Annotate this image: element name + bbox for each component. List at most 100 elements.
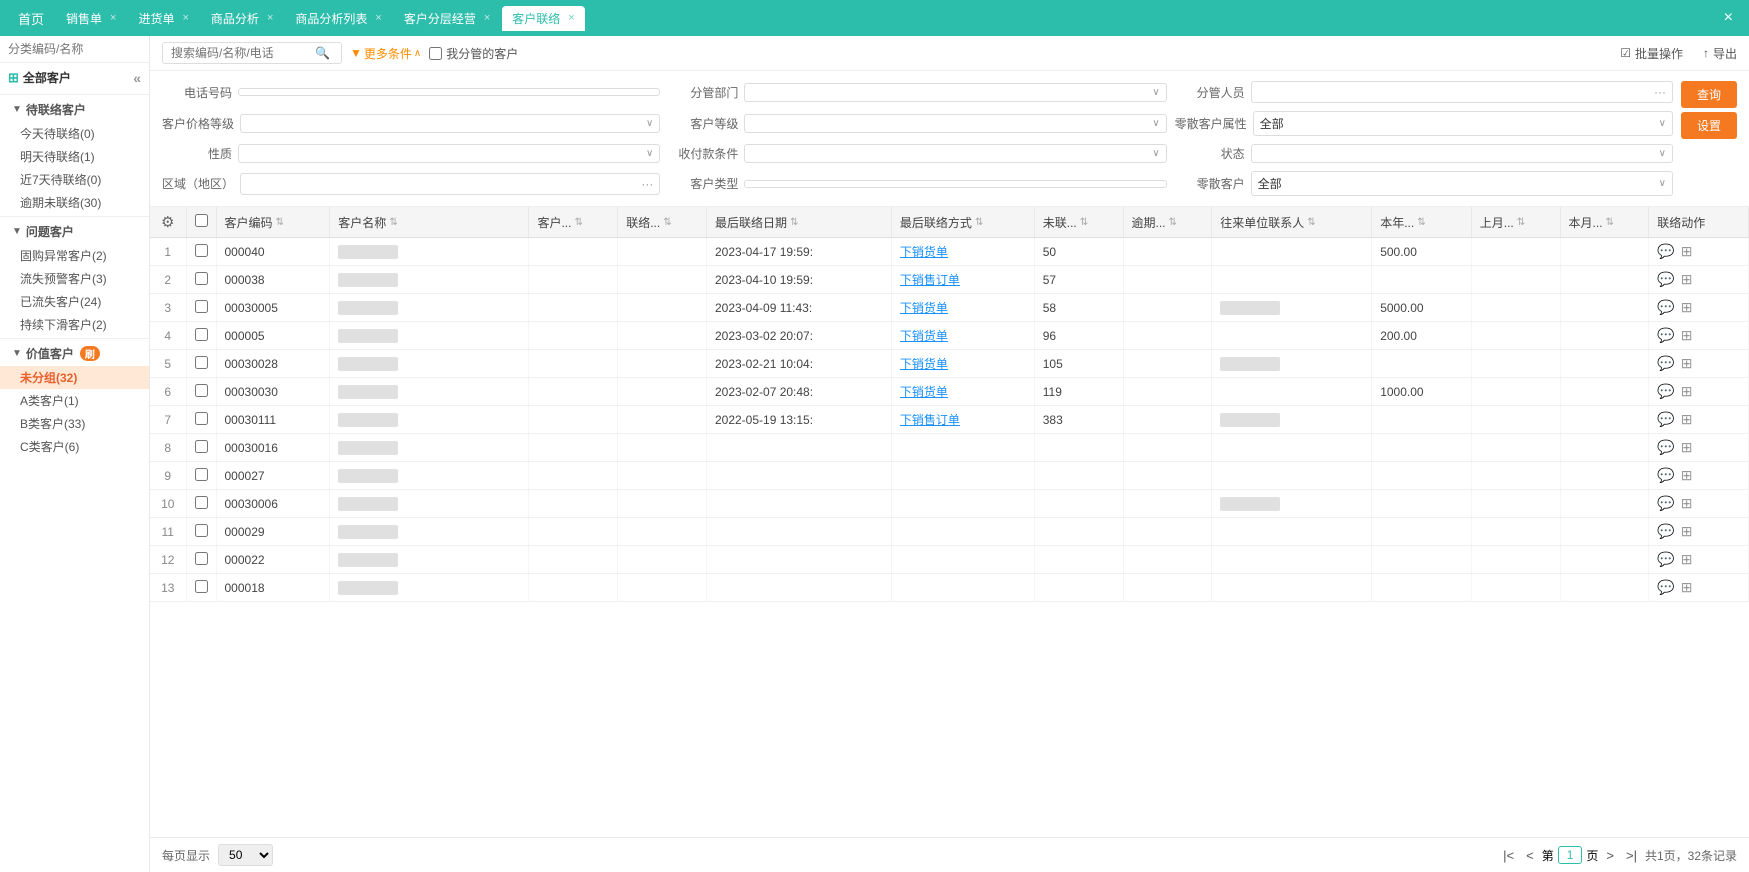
- sidebar-item-abnormal[interactable]: 固购异常客户(2): [0, 244, 149, 267]
- row-checkbox-cell[interactable]: [186, 518, 216, 546]
- menu-icon[interactable]: ⊞: [1681, 523, 1693, 540]
- row-last-method[interactable]: [891, 490, 1034, 518]
- menu-icon[interactable]: ⊞: [1681, 495, 1693, 512]
- row-checkbox[interactable]: [195, 496, 208, 509]
- th-contact[interactable]: 联络...⇅: [618, 207, 707, 238]
- menu-icon[interactable]: ⊞: [1681, 299, 1693, 316]
- sidebar-group-problem-customers[interactable]: ▼ 问题客户: [0, 219, 149, 244]
- chat-icon[interactable]: 💬: [1657, 551, 1674, 568]
- row-checkbox-cell[interactable]: [186, 294, 216, 322]
- main-search-icon[interactable]: 🔍: [315, 46, 330, 60]
- close-all-button[interactable]: ×: [1716, 9, 1741, 27]
- row-checkbox[interactable]: [195, 244, 208, 257]
- row-checkbox-cell[interactable]: [186, 546, 216, 574]
- row-checkbox-cell[interactable]: [186, 378, 216, 406]
- menu-icon[interactable]: ⊞: [1681, 439, 1693, 456]
- chat-icon[interactable]: 💬: [1657, 439, 1674, 456]
- row-last-method[interactable]: 下销货单: [891, 238, 1034, 266]
- prev-page-button[interactable]: <: [1522, 846, 1538, 865]
- nav-tab-product-analysis-list[interactable]: 商品分析列表 ×: [285, 6, 391, 31]
- close-customer-segment-tab[interactable]: ×: [484, 12, 490, 24]
- menu-icon[interactable]: ⊞: [1681, 467, 1693, 484]
- chat-icon[interactable]: 💬: [1657, 495, 1674, 512]
- chat-icon[interactable]: 💬: [1657, 383, 1674, 400]
- th-settings[interactable]: ⚙: [150, 207, 186, 238]
- method-link[interactable]: 下销售订单: [900, 413, 960, 427]
- th-last-contact-date[interactable]: 最后联络日期⇅: [706, 207, 891, 238]
- method-link[interactable]: 下销货单: [900, 385, 948, 399]
- sidebar-item-churn-risk[interactable]: 流失预警客户(3): [0, 267, 149, 290]
- row-checkbox[interactable]: [195, 580, 208, 593]
- th-last-contact-method[interactable]: 最后联络方式⇅: [891, 207, 1034, 238]
- nav-tab-customer-contact[interactable]: 客户联络 ×: [502, 6, 584, 31]
- menu-icon[interactable]: ⊞: [1681, 579, 1693, 596]
- row-last-method[interactable]: 下销货单: [891, 294, 1034, 322]
- reset-button[interactable]: 设置: [1681, 112, 1737, 139]
- th-type[interactable]: 客户...⇅: [529, 207, 618, 238]
- menu-icon[interactable]: ⊞: [1681, 243, 1693, 260]
- sidebar-group-value-customers[interactable]: ▼ 价值客户 刷: [0, 341, 149, 366]
- retail-attr-select[interactable]: 全部 ∨: [1253, 111, 1673, 136]
- last-page-button[interactable]: >|: [1622, 846, 1641, 865]
- status-select[interactable]: ∨: [1251, 144, 1673, 163]
- chat-icon[interactable]: 💬: [1657, 467, 1674, 484]
- row-checkbox[interactable]: [195, 524, 208, 537]
- sidebar-search-input[interactable]: [8, 42, 150, 56]
- method-link[interactable]: 下销货单: [900, 329, 948, 343]
- row-last-method[interactable]: [891, 434, 1034, 462]
- row-last-method[interactable]: [891, 546, 1034, 574]
- payment-select[interactable]: ∨: [744, 144, 1166, 163]
- settings-gear-icon[interactable]: ⚙: [161, 214, 174, 231]
- sidebar-item-today[interactable]: 今天待联络(0): [0, 122, 149, 145]
- method-link[interactable]: 下销货单: [900, 245, 948, 259]
- th-overdue[interactable]: 逾期...⇅: [1123, 207, 1212, 238]
- row-checkbox-cell[interactable]: [186, 434, 216, 462]
- nav-tab-customer-segment[interactable]: 客户分层经营 ×: [394, 6, 500, 31]
- th-checkbox[interactable]: [186, 207, 216, 238]
- sidebar-item-week[interactable]: 近7天待联络(0): [0, 168, 149, 191]
- nav-tab-home[interactable]: 首页: [8, 5, 54, 32]
- menu-icon[interactable]: ⊞: [1681, 271, 1693, 288]
- menu-icon[interactable]: ⊞: [1681, 355, 1693, 372]
- method-link[interactable]: 下销货单: [900, 301, 948, 315]
- first-page-button[interactable]: |<: [1499, 846, 1518, 865]
- sidebar-item-unclassified[interactable]: 未分组(32): [0, 366, 149, 389]
- row-checkbox[interactable]: [195, 440, 208, 453]
- row-checkbox[interactable]: [195, 384, 208, 397]
- chat-icon[interactable]: 💬: [1657, 271, 1674, 288]
- th-code[interactable]: 客户编码⇅: [216, 207, 330, 238]
- close-product-analysis-list-tab[interactable]: ×: [375, 12, 381, 24]
- nav-tab-purchase[interactable]: 进货单 ×: [128, 6, 198, 31]
- sidebar-item-class-b[interactable]: B类客户(33): [0, 412, 149, 435]
- method-link[interactable]: 下销货单: [900, 357, 948, 371]
- row-checkbox-cell[interactable]: [186, 322, 216, 350]
- row-checkbox[interactable]: [195, 468, 208, 481]
- nav-tab-product-analysis[interactable]: 商品分析 ×: [201, 6, 283, 31]
- customer-level-select[interactable]: ∨: [744, 114, 1166, 133]
- customer-type-input[interactable]: [744, 180, 1166, 188]
- my-customers-checkbox[interactable]: [429, 47, 442, 60]
- menu-icon[interactable]: ⊞: [1681, 383, 1693, 400]
- nature-select[interactable]: ∨: [238, 144, 660, 163]
- sidebar-item-class-a[interactable]: A类客户(1): [0, 389, 149, 412]
- row-checkbox[interactable]: [195, 552, 208, 565]
- sidebar-item-overdue[interactable]: 逾期未联络(30): [0, 191, 149, 214]
- sidebar-item-declining[interactable]: 持续下滑客户(2): [0, 313, 149, 336]
- row-last-method[interactable]: 下销货单: [891, 322, 1034, 350]
- chat-icon[interactable]: 💬: [1657, 243, 1674, 260]
- nav-tab-sales[interactable]: 销售单 ×: [56, 6, 126, 31]
- row-checkbox-cell[interactable]: [186, 350, 216, 378]
- row-checkbox[interactable]: [195, 300, 208, 313]
- sidebar-collapse-button[interactable]: «: [133, 70, 141, 86]
- chat-icon[interactable]: 💬: [1657, 411, 1674, 428]
- close-customer-contact-tab[interactable]: ×: [568, 12, 574, 24]
- chat-icon[interactable]: 💬: [1657, 327, 1674, 344]
- row-checkbox-cell[interactable]: [186, 266, 216, 294]
- sidebar-group-pending-contact[interactable]: ▼ 待联络客户: [0, 97, 149, 122]
- th-name[interactable]: 客户名称⇅: [330, 207, 529, 238]
- query-button[interactable]: 查询: [1681, 81, 1737, 108]
- main-search-input[interactable]: [171, 46, 311, 60]
- th-uncontact-days[interactable]: 未联...⇅: [1034, 207, 1123, 238]
- batch-ops-button[interactable]: ☑ 批量操作: [1620, 45, 1683, 62]
- row-last-method[interactable]: 下销货单: [891, 378, 1034, 406]
